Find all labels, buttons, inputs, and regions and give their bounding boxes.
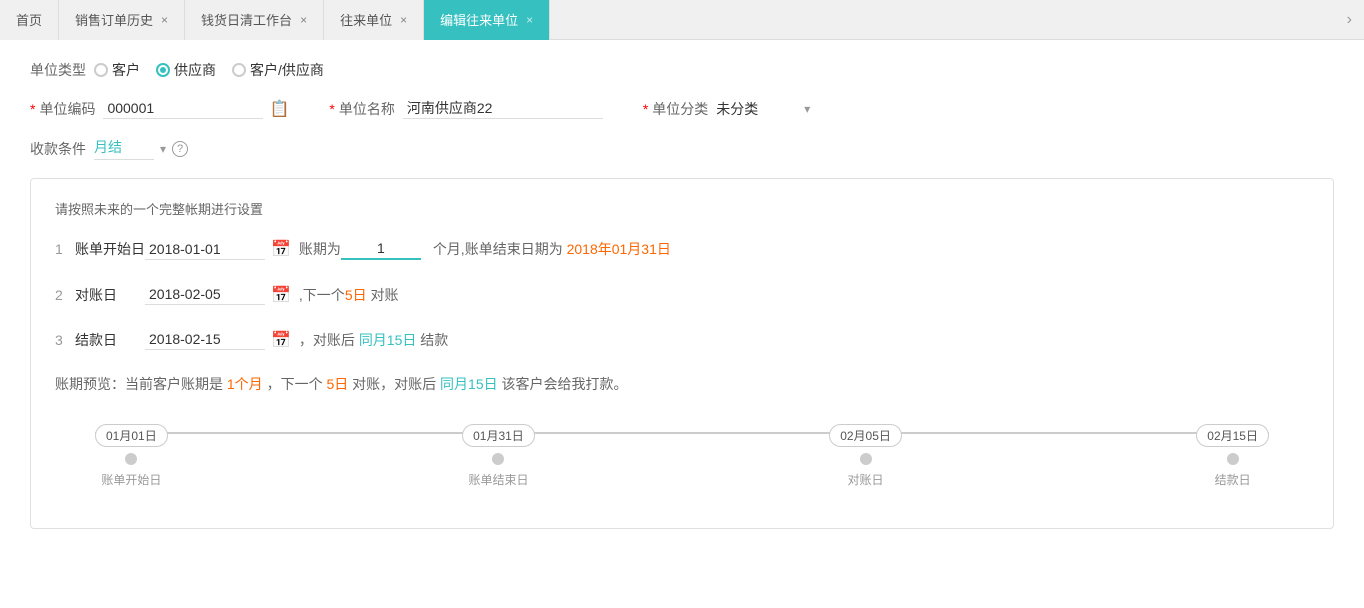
tab-close-cash-work[interactable]: × xyxy=(300,13,307,27)
payment-select[interactable]: 月结 ▾ xyxy=(94,137,166,160)
timeline-nodes: 01月01日 账单开始日 01月31日 账单结束日 02月05日 对账日 xyxy=(55,424,1309,488)
reconcile-date-input[interactable] xyxy=(145,284,265,305)
period-desc-suffix: 个月,账单结束日期为 2018年01月31日 xyxy=(429,239,671,259)
tab-scroll-arrow[interactable]: › xyxy=(1335,11,1364,29)
radio-both[interactable]: 客户/供应商 xyxy=(232,60,324,80)
reconcile-date-cal-icon[interactable]: 📅 xyxy=(271,285,291,305)
setting-row-3: 3 结款日 📅 ，对账后 同月15日 结款 xyxy=(55,329,1309,350)
row-num-3: 3 xyxy=(55,332,75,348)
setting-row-1: 1 账单开始日 📅 账期为 个月,账单结束日期为 2018年01月31日 xyxy=(55,238,1309,260)
tab-close-edit-partner[interactable]: × xyxy=(526,13,533,27)
preview-middle: ，下一个 xyxy=(267,376,323,392)
period-input[interactable] xyxy=(341,238,421,260)
period-desc-prefix: 账期为 xyxy=(299,239,341,259)
timeline: 01月01日 账单开始日 01月31日 账单结束日 02月05日 对账日 xyxy=(55,414,1309,508)
start-date-input[interactable] xyxy=(145,239,265,260)
radio-supplier[interactable]: 供应商 xyxy=(156,60,216,80)
node-label-4: 结款日 xyxy=(1215,471,1251,488)
unit-info-row: * 单位编码 📋 * 单位名称 * 单位分类 未分类 ▾ xyxy=(30,98,1334,119)
unit-name-group: * 单位名称 xyxy=(329,98,602,119)
node-badge-3: 02月05日 xyxy=(829,424,902,447)
start-date-cal-icon[interactable]: 📅 xyxy=(271,239,291,259)
tab-cash-work[interactable]: 钱货日清工作台 × xyxy=(185,0,324,40)
unit-category-select[interactable]: 未分类 ▾ xyxy=(716,99,810,119)
unit-code-icon[interactable]: 📋 xyxy=(269,99,289,119)
node-label-3: 对账日 xyxy=(848,471,884,488)
timeline-node-2: 01月31日 账单结束日 xyxy=(462,424,535,488)
payment-value: 月结 xyxy=(94,137,154,160)
tab-edit-partner[interactable]: 编辑往来单位 × xyxy=(424,0,550,40)
node-label-1: 账单开始日 xyxy=(101,471,161,488)
setting-row-2: 2 对账日 📅 ,下一个5日 对账 xyxy=(55,284,1309,305)
node-badge-1: 01月01日 xyxy=(95,424,168,447)
payment-desc: ，对账后 同月15日 结款 xyxy=(299,330,448,350)
payment-label: 收款条件 xyxy=(30,139,86,159)
preview-day-teal: 同月15日 xyxy=(440,376,498,392)
required-star-code: * xyxy=(30,101,35,117)
payment-row: 收款条件 月结 ▾ ? xyxy=(30,137,1334,160)
unit-code-group: * 单位编码 📋 xyxy=(30,98,289,119)
timeline-node-3: 02月05日 对账日 xyxy=(829,424,902,488)
preview-after: 对账，对账后 xyxy=(352,376,436,392)
required-star-name: * xyxy=(329,101,334,117)
help-icon[interactable]: ? xyxy=(172,141,188,157)
row-num-1: 1 xyxy=(55,241,75,257)
node-badge-4: 02月15日 xyxy=(1196,424,1269,447)
node-label-2: 账单结束日 xyxy=(468,471,528,488)
preview-end: 该客户会给我打款。 xyxy=(502,376,628,392)
node-circle-3 xyxy=(860,453,872,465)
timeline-node-4: 02月15日 结款日 xyxy=(1196,424,1269,488)
tab-close-sales-history[interactable]: × xyxy=(161,13,168,27)
row-label-2: 对账日 xyxy=(75,285,145,305)
unit-code-input[interactable] xyxy=(103,98,263,119)
main-content: 单位类型 客户 供应商 客户/供应商 * 单位编码 📋 * 单位名称 xyxy=(0,40,1364,608)
reconcile-day-highlight: 5日 xyxy=(345,287,367,303)
unit-type-radio-group: 客户 供应商 客户/供应商 xyxy=(94,60,324,80)
timeline-node-1: 01月01日 账单开始日 xyxy=(95,424,168,488)
reconcile-desc: ,下一个5日 对账 xyxy=(299,285,399,305)
radio-customer[interactable]: 客户 xyxy=(94,60,140,80)
node-circle-4 xyxy=(1227,453,1239,465)
row-label-3: 结款日 xyxy=(75,330,145,350)
row-num-2: 2 xyxy=(55,287,75,303)
end-date-highlight: 2018年01月31日 xyxy=(567,241,671,257)
tab-home[interactable]: 首页 xyxy=(0,0,59,40)
panel-title: 请按照未来的一个完整帐期进行设置 xyxy=(55,199,1309,218)
tab-partner[interactable]: 往来单位 × xyxy=(324,0,424,40)
preview-label: 账期预览：当前客户账期是 xyxy=(55,376,223,392)
unit-category-value: 未分类 xyxy=(716,99,758,119)
tab-sales-history[interactable]: 销售订单历史 × xyxy=(59,0,185,40)
tab-close-partner[interactable]: × xyxy=(400,13,407,27)
unit-type-row: 单位类型 客户 供应商 客户/供应商 xyxy=(30,60,1334,80)
settings-panel: 请按照未来的一个完整帐期进行设置 1 账单开始日 📅 账期为 个月,账单结束日期… xyxy=(30,178,1334,529)
preview-text: 账期预览：当前客户账期是 1个月 ，下一个 5日 对账，对账后 同月15日 该客… xyxy=(55,358,1309,394)
node-circle-2 xyxy=(492,453,504,465)
unit-type-label: 单位类型 xyxy=(30,60,86,80)
radio-circle-supplier xyxy=(156,63,170,77)
node-circle-1 xyxy=(125,453,137,465)
radio-circle-both xyxy=(232,63,246,77)
radio-circle-customer xyxy=(94,63,108,77)
row-label-1: 账单开始日 xyxy=(75,239,145,259)
unit-category-group: * 单位分类 未分类 ▾ xyxy=(643,99,810,119)
required-star-category: * xyxy=(643,101,648,117)
payment-day-highlight: 同月15日 xyxy=(359,332,417,348)
payment-date-cal-icon[interactable]: 📅 xyxy=(271,330,291,350)
preview-day-orange: 5日 xyxy=(326,376,348,392)
payment-arrow-icon: ▾ xyxy=(160,142,166,156)
tab-bar: 首页 销售订单历史 × 钱货日清工作台 × 往来单位 × 编辑往来单位 × › xyxy=(0,0,1364,40)
unit-category-arrow-icon: ▾ xyxy=(804,102,810,116)
preview-period: 1个月 xyxy=(227,376,263,392)
unit-category-label: 单位分类 xyxy=(652,99,708,119)
payment-date-input[interactable] xyxy=(145,329,265,350)
unit-code-label: 单位编码 xyxy=(39,99,95,119)
unit-name-label: 单位名称 xyxy=(339,99,395,119)
unit-name-input[interactable] xyxy=(403,98,603,119)
node-badge-2: 01月31日 xyxy=(462,424,535,447)
